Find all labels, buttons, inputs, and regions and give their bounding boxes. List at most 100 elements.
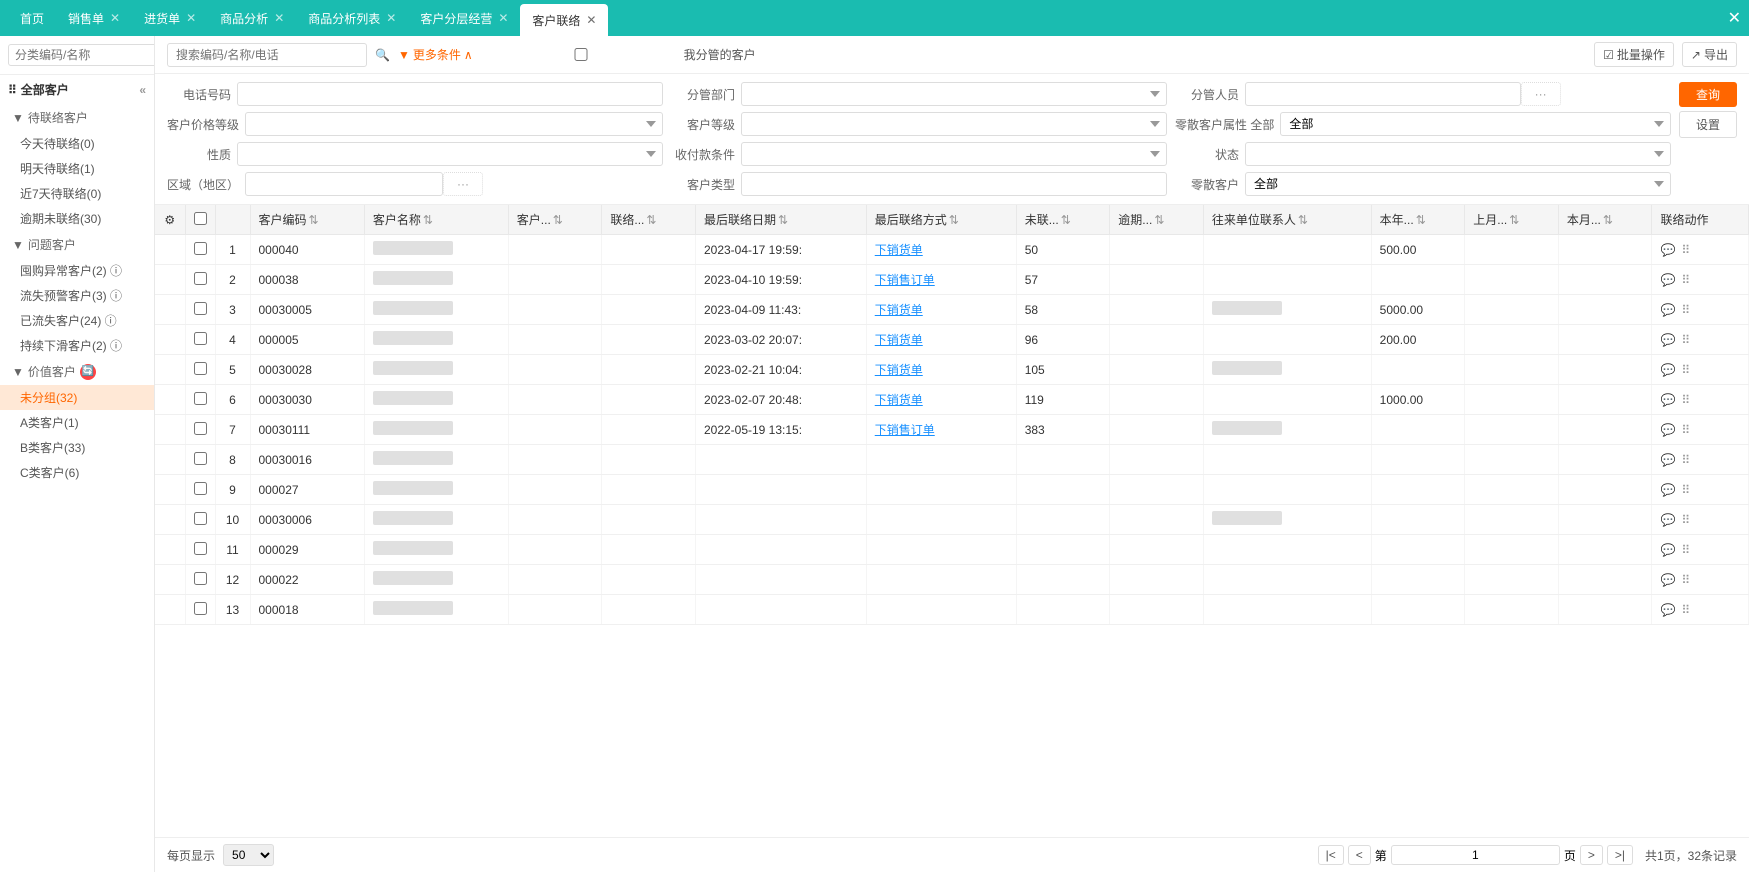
row-settings[interactable] (155, 265, 185, 295)
sidebar-search-input[interactable] (8, 44, 155, 66)
action-more-icon[interactable]: ⠿ (1681, 453, 1690, 467)
row-checkbox[interactable] (185, 535, 215, 565)
action-more-icon[interactable]: ⠿ (1681, 573, 1690, 587)
prev-page-btn[interactable]: < (1348, 845, 1371, 865)
th-checkbox[interactable] (185, 205, 215, 235)
tab-analysis-list-close[interactable]: ✕ (386, 11, 396, 25)
action-more-icon[interactable]: ⠿ (1681, 303, 1690, 317)
row-settings[interactable] (155, 535, 185, 565)
action-chat-icon[interactable]: 💬 (1660, 333, 1675, 347)
row-settings[interactable] (155, 355, 185, 385)
sidebar-item-declining[interactable]: 持续下滑客户(2) ⓘ (0, 333, 154, 358)
tab-purchase[interactable]: 进货单 ✕ (132, 0, 208, 36)
sidebar-item-churned[interactable]: 已流失客户(24) ⓘ (0, 308, 154, 333)
th-no-contact[interactable]: 未联...⇅ (1016, 205, 1110, 235)
action-more-icon[interactable]: ⠿ (1681, 513, 1690, 527)
row-checkbox[interactable] (185, 235, 215, 265)
th-overdue[interactable]: 逾期...⇅ (1110, 205, 1204, 235)
sidebar-group-problem[interactable]: ▼ 问题客户 (0, 231, 154, 258)
action-more-icon[interactable]: ⠿ (1681, 273, 1690, 287)
tab-customer-contact-close[interactable]: ✕ (586, 13, 596, 27)
my-customers-checkbox-label[interactable]: 我分管的客户 (481, 46, 756, 63)
row-settings[interactable] (155, 325, 185, 355)
filter-input-phone[interactable] (237, 82, 663, 106)
action-chat-icon[interactable]: 💬 (1660, 363, 1675, 377)
window-close-icon[interactable]: ✕ (1728, 8, 1741, 28)
row-checkbox[interactable] (185, 265, 215, 295)
action-chat-icon[interactable]: 💬 (1660, 393, 1675, 407)
row-checkbox[interactable] (185, 325, 215, 355)
action-chat-icon[interactable]: 💬 (1660, 513, 1675, 527)
action-chat-icon[interactable]: 💬 (1660, 273, 1675, 287)
th-last-way[interactable]: 最后联络方式⇅ (866, 205, 1016, 235)
tab-analysis[interactable]: 商品分析 ✕ (208, 0, 296, 36)
sidebar-collapse-icon[interactable]: « (139, 83, 146, 97)
action-chat-icon[interactable]: 💬 (1660, 423, 1675, 437)
filter-dotted-person[interactable]: ··· (1521, 82, 1561, 106)
row-settings[interactable] (155, 235, 185, 265)
filter-select-nature[interactable] (237, 142, 663, 166)
batch-op-btn[interactable]: ☑ 批量操作 (1594, 42, 1674, 67)
action-more-icon[interactable]: ⠿ (1681, 423, 1690, 437)
tab-analysis-close[interactable]: ✕ (274, 11, 284, 25)
search-bar-icon[interactable]: 🔍 (375, 48, 390, 62)
page-size-select[interactable]: 50 100 (223, 844, 274, 866)
filter-select-status[interactable] (1245, 142, 1671, 166)
select-all-checkbox[interactable] (194, 212, 207, 225)
sidebar-item-abnormal[interactable]: 囤购异常客户(2) ⓘ (0, 258, 154, 283)
row-checkbox[interactable] (185, 445, 215, 475)
row-settings[interactable] (155, 505, 185, 535)
filter-select-dept[interactable] (741, 82, 1167, 106)
tab-analysis-list[interactable]: 商品分析列表 ✕ (296, 0, 408, 36)
filter-input-customer-type[interactable] (741, 172, 1167, 196)
sidebar-group-value[interactable]: ▼ 价值客户 🔄 (0, 358, 154, 385)
filter-input-person[interactable] (1245, 82, 1521, 106)
sidebar-all-customers[interactable]: ⠿ 全部客户 « (0, 75, 154, 104)
filter-select-price-level[interactable] (245, 112, 663, 136)
row-settings[interactable] (155, 385, 185, 415)
sidebar-item-type-c[interactable]: C类客户(6) (0, 460, 154, 485)
action-chat-icon[interactable]: 💬 (1660, 483, 1675, 497)
reset-btn[interactable]: 设置 (1679, 111, 1737, 138)
action-more-icon[interactable]: ⠿ (1681, 333, 1690, 347)
filter-select-retail-attr[interactable]: 全部 (1280, 112, 1671, 136)
action-chat-icon[interactable]: 💬 (1660, 243, 1675, 257)
filter-select-retail[interactable]: 全部 (1245, 172, 1671, 196)
action-more-icon[interactable]: ⠿ (1681, 543, 1690, 557)
row-checkbox[interactable] (185, 415, 215, 445)
tab-sales-close[interactable]: ✕ (110, 11, 120, 25)
last-page-btn[interactable]: >| (1607, 845, 1633, 865)
action-more-icon[interactable]: ⠿ (1681, 483, 1690, 497)
tab-customer-segment-close[interactable]: ✕ (498, 11, 508, 25)
filter-select-payment[interactable] (741, 142, 1167, 166)
th-type[interactable]: 客户...⇅ (508, 205, 602, 235)
action-chat-icon[interactable]: 💬 (1660, 573, 1675, 587)
th-settings[interactable]: ⚙ (155, 205, 185, 235)
action-chat-icon[interactable]: 💬 (1660, 453, 1675, 467)
my-customers-checkbox[interactable] (481, 48, 681, 61)
row-checkbox[interactable] (185, 295, 215, 325)
action-more-icon[interactable]: ⠿ (1681, 393, 1690, 407)
tab-home[interactable]: 首页 (8, 0, 56, 36)
query-btn[interactable]: 查询 (1679, 82, 1737, 107)
row-checkbox[interactable] (185, 355, 215, 385)
row-settings[interactable] (155, 445, 185, 475)
tab-purchase-close[interactable]: ✕ (186, 11, 196, 25)
more-conditions-btn[interactable]: ▼ 更多条件 ∧ (398, 46, 473, 63)
th-contact[interactable]: 联络...⇅ (602, 205, 696, 235)
tab-customer-segment[interactable]: 客户分层经营 ✕ (408, 0, 520, 36)
th-this-month[interactable]: 本月...⇅ (1558, 205, 1652, 235)
row-settings[interactable] (155, 595, 185, 625)
action-chat-icon[interactable]: 💬 (1660, 303, 1675, 317)
sidebar-item-7days[interactable]: 近7天待联络(0) (0, 181, 154, 206)
tab-customer-contact[interactable]: 客户联络 ✕ (520, 4, 608, 36)
row-checkbox[interactable] (185, 385, 215, 415)
first-page-btn[interactable]: |< (1318, 845, 1344, 865)
sidebar-item-tomorrow[interactable]: 明天待联络(1) (0, 156, 154, 181)
action-chat-icon[interactable]: 💬 (1660, 543, 1675, 557)
th-last-date[interactable]: 最后联络日期⇅ (695, 205, 866, 235)
row-checkbox[interactable] (185, 505, 215, 535)
sidebar-item-type-b[interactable]: B类客户(33) (0, 435, 154, 460)
row-checkbox[interactable] (185, 595, 215, 625)
next-page-btn[interactable]: > (1580, 845, 1603, 865)
